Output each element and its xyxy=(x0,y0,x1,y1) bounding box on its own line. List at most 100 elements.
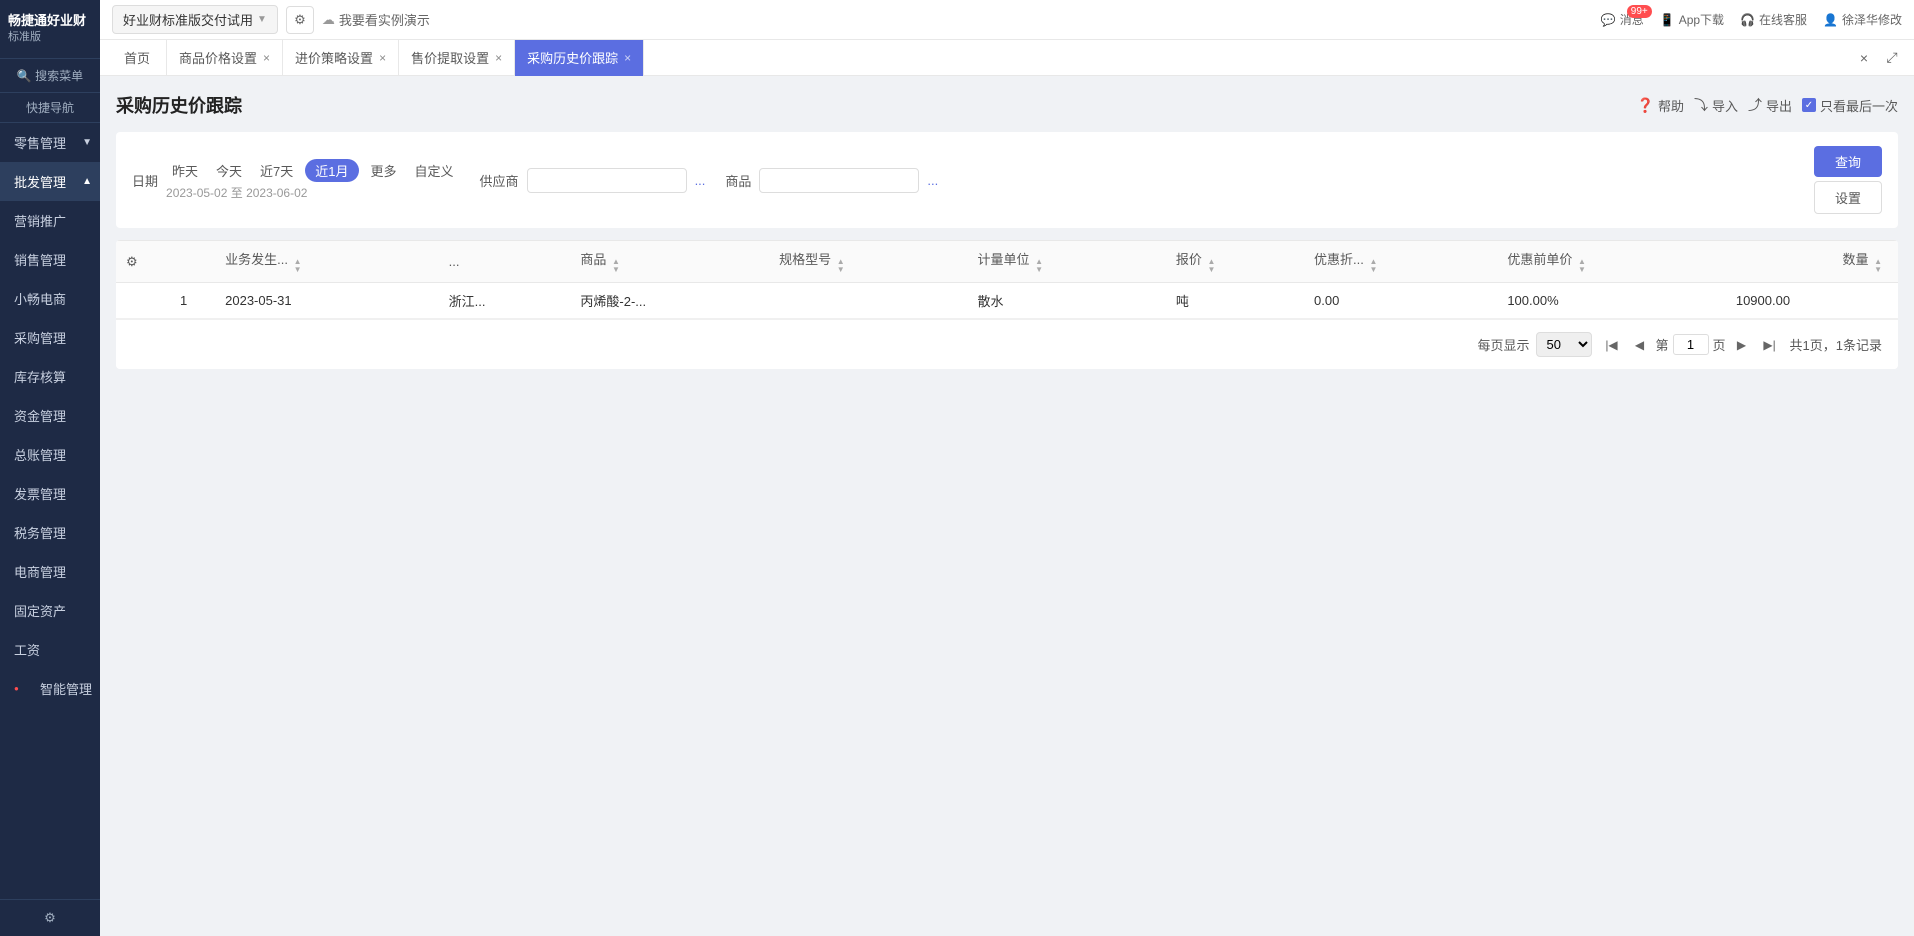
close-icon[interactable]: × xyxy=(379,51,386,65)
app-download-button[interactable]: 📱 App下载 xyxy=(1660,11,1724,28)
sidebar-quicknav-label: 快捷导航 xyxy=(26,101,74,115)
th-pre-price[interactable]: 优惠前单价 ▲▼ xyxy=(1497,241,1726,283)
app-name: 畅捷通好业财 xyxy=(8,12,92,30)
close-icon[interactable]: × xyxy=(624,51,631,65)
import-icon: ⤵ xyxy=(1694,95,1708,115)
import-label: 导入 xyxy=(1712,96,1738,115)
filter-settings-button[interactable]: 设置 xyxy=(1814,181,1882,214)
sidebar-item-search[interactable]: 🔍 搜索菜单 xyxy=(0,59,100,93)
sidebar-general-ledger-label: 总账管理 xyxy=(14,445,66,464)
th-unit[interactable]: 计量单位 ▲▼ xyxy=(968,241,1166,283)
maximize-window-button[interactable]: ⤢ xyxy=(1878,44,1906,72)
close-icon[interactable]: × xyxy=(495,51,502,65)
first-page-button[interactable]: |◀ xyxy=(1600,333,1624,357)
th-more[interactable]: ... xyxy=(439,241,571,283)
date-opt-last1m[interactable]: 近1月 xyxy=(305,159,358,182)
filter-date-label: 日期 xyxy=(132,171,158,190)
query-button[interactable]: 查询 xyxy=(1814,146,1882,177)
sidebar-item-retail[interactable]: 零售管理 ▼ xyxy=(0,123,100,162)
th-spec[interactable]: 规格型号 ▲▼ xyxy=(769,241,967,283)
row-price-unit: 吨 xyxy=(1176,294,1189,309)
sidebar-item-smart[interactable]: 智能管理 xyxy=(0,669,100,708)
date-opt-today[interactable]: 今天 xyxy=(210,159,248,182)
th-gear[interactable]: ⚙ xyxy=(116,241,152,283)
goods-more-button[interactable]: ... xyxy=(927,173,938,188)
td-discount: 100.00% xyxy=(1497,283,1726,319)
topbar-settings-button[interactable]: ⚙ xyxy=(286,6,314,34)
supplier-input[interactable] xyxy=(527,168,687,193)
sidebar-item-general-ledger[interactable]: 总账管理 xyxy=(0,435,100,474)
sidebar-sales-label: 销售管理 xyxy=(14,250,66,269)
next-page-button[interactable]: ▶ xyxy=(1730,333,1754,357)
goods-input[interactable] xyxy=(759,168,919,193)
edition-selector[interactable]: 好业财标准版交付试用 ▼ xyxy=(112,5,278,34)
sidebar-item-purchase[interactable]: 采购管理 xyxy=(0,318,100,357)
tab-purchase-strategy[interactable]: 进价策略设置 × xyxy=(283,40,399,76)
th-date[interactable]: 业务发生... ▲▼ xyxy=(215,241,438,283)
export-button[interactable]: ⤴ 导出 xyxy=(1748,95,1792,115)
only-last-checkbox[interactable]: ✓ 只看最后一次 xyxy=(1802,96,1898,115)
sidebar-item-invoice[interactable]: 发票管理 xyxy=(0,474,100,513)
th-quantity[interactable]: 数量 ▲▼ xyxy=(1726,241,1898,283)
sidebar-item-finance[interactable]: 资金管理 xyxy=(0,396,100,435)
user-icon: 👤 xyxy=(1823,13,1838,27)
last-page-button[interactable]: ▶| xyxy=(1758,333,1782,357)
filter-actions: 查询 设置 xyxy=(1814,146,1882,214)
date-opt-yesterday[interactable]: 昨天 xyxy=(166,159,204,182)
per-page-label: 每页显示 xyxy=(1477,335,1529,354)
import-button[interactable]: ⤵ 导入 xyxy=(1694,95,1738,115)
date-options-group: 昨天 今天 近7天 近1月 更多 自定义 xyxy=(166,159,460,182)
topbar: 好业财标准版交付试用 ▼ ⚙ ☁ 我要看实例演示 💬 消息 99+ 📱 App下… xyxy=(100,0,1914,40)
sidebar-finance-label: 资金管理 xyxy=(14,406,66,425)
date-range-display: 2023-05-02 至 2023-06-02 xyxy=(166,184,460,201)
close-window-button[interactable]: × xyxy=(1850,44,1878,72)
help-button[interactable]: ❓ 帮助 xyxy=(1637,96,1684,115)
sidebar-item-inventory[interactable]: 库存核算 xyxy=(0,357,100,396)
tab-sale-price[interactable]: 售价提取设置 × xyxy=(399,40,515,76)
gear-icon: ⚙ xyxy=(294,12,306,28)
prev-page-button[interactable]: ◀ xyxy=(1628,333,1652,357)
tab-history-price[interactable]: 采购历史价跟踪 × xyxy=(515,40,644,76)
sort-icon: ▲▼ xyxy=(1369,258,1377,274)
help-icon: ❓ xyxy=(1637,97,1654,114)
row-date: 2023-05-31 xyxy=(225,293,292,308)
sidebar-item-fixed-assets[interactable]: 固定资产 xyxy=(0,591,100,630)
sidebar-item-tax[interactable]: 税务管理 xyxy=(0,513,100,552)
sort-icon: ▲▼ xyxy=(1035,258,1043,274)
tab-home[interactable]: 首页 xyxy=(108,40,167,76)
sort-icon: ▲▼ xyxy=(837,258,845,274)
sidebar-item-ecommerce[interactable]: 电商管理 xyxy=(0,552,100,591)
sidebar-purchase-label: 采购管理 xyxy=(14,328,66,347)
filter-supplier-item: 供应商 ... xyxy=(480,168,706,193)
close-icon[interactable]: × xyxy=(263,51,270,65)
sidebar-item-salary[interactable]: 工资 xyxy=(0,630,100,669)
th-goods[interactable]: 商品 ▲▼ xyxy=(570,241,769,283)
demo-button[interactable]: ☁ 我要看实例演示 xyxy=(322,10,430,29)
page-number-input[interactable] xyxy=(1673,334,1709,355)
table-header-row: ⚙ 业务发生... ▲▼ ... 商品 ▲▼ xyxy=(116,241,1898,283)
user-menu-button[interactable]: 👤 徐泽华修改 xyxy=(1823,11,1902,28)
per-page-select[interactable]: 50 100 200 xyxy=(1536,332,1592,357)
sidebar-item-quick-nav[interactable]: 快捷导航 xyxy=(0,93,100,123)
sidebar-item-marketing[interactable]: 营销推广 xyxy=(0,201,100,240)
filter-bar: 日期 昨天 今天 近7天 近1月 更多 自定义 2023-05-02 至 202… xyxy=(116,132,1898,228)
sidebar-item-sales[interactable]: 销售管理 xyxy=(0,240,100,279)
sidebar-tax-label: 税务管理 xyxy=(14,523,66,542)
search-icon: 🔍 xyxy=(17,69,32,83)
date-opt-more[interactable]: 更多 xyxy=(365,159,403,182)
sidebar-search-label: 搜索菜单 xyxy=(35,69,83,83)
th-discount[interactable]: 优惠折... ▲▼ xyxy=(1304,241,1497,283)
tab-purchase-strategy-label: 进价策略设置 xyxy=(295,48,373,67)
sidebar-settings-button[interactable]: ⚙ xyxy=(0,899,100,936)
th-price[interactable]: 报价 ▲▼ xyxy=(1166,241,1304,283)
sidebar-item-ecommerce-small[interactable]: 小畅电商 xyxy=(0,279,100,318)
page-header: 采购历史价跟踪 ❓ 帮助 ⤵ 导入 ⤴ 导出 ✓ 只看最后一次 xyxy=(116,92,1898,118)
online-service-button[interactable]: 🎧 在线客服 xyxy=(1740,11,1807,28)
message-button[interactable]: 💬 消息 99+ xyxy=(1601,11,1644,28)
tab-price[interactable]: 商品价格设置 × xyxy=(167,40,283,76)
page-title: 采购历史价跟踪 xyxy=(116,92,242,118)
supplier-more-button[interactable]: ... xyxy=(695,173,706,188)
date-opt-custom[interactable]: 自定义 xyxy=(409,159,460,182)
sidebar-item-wholesale[interactable]: 批发管理 ▲ xyxy=(0,162,100,201)
date-opt-last7[interactable]: 近7天 xyxy=(254,159,299,182)
